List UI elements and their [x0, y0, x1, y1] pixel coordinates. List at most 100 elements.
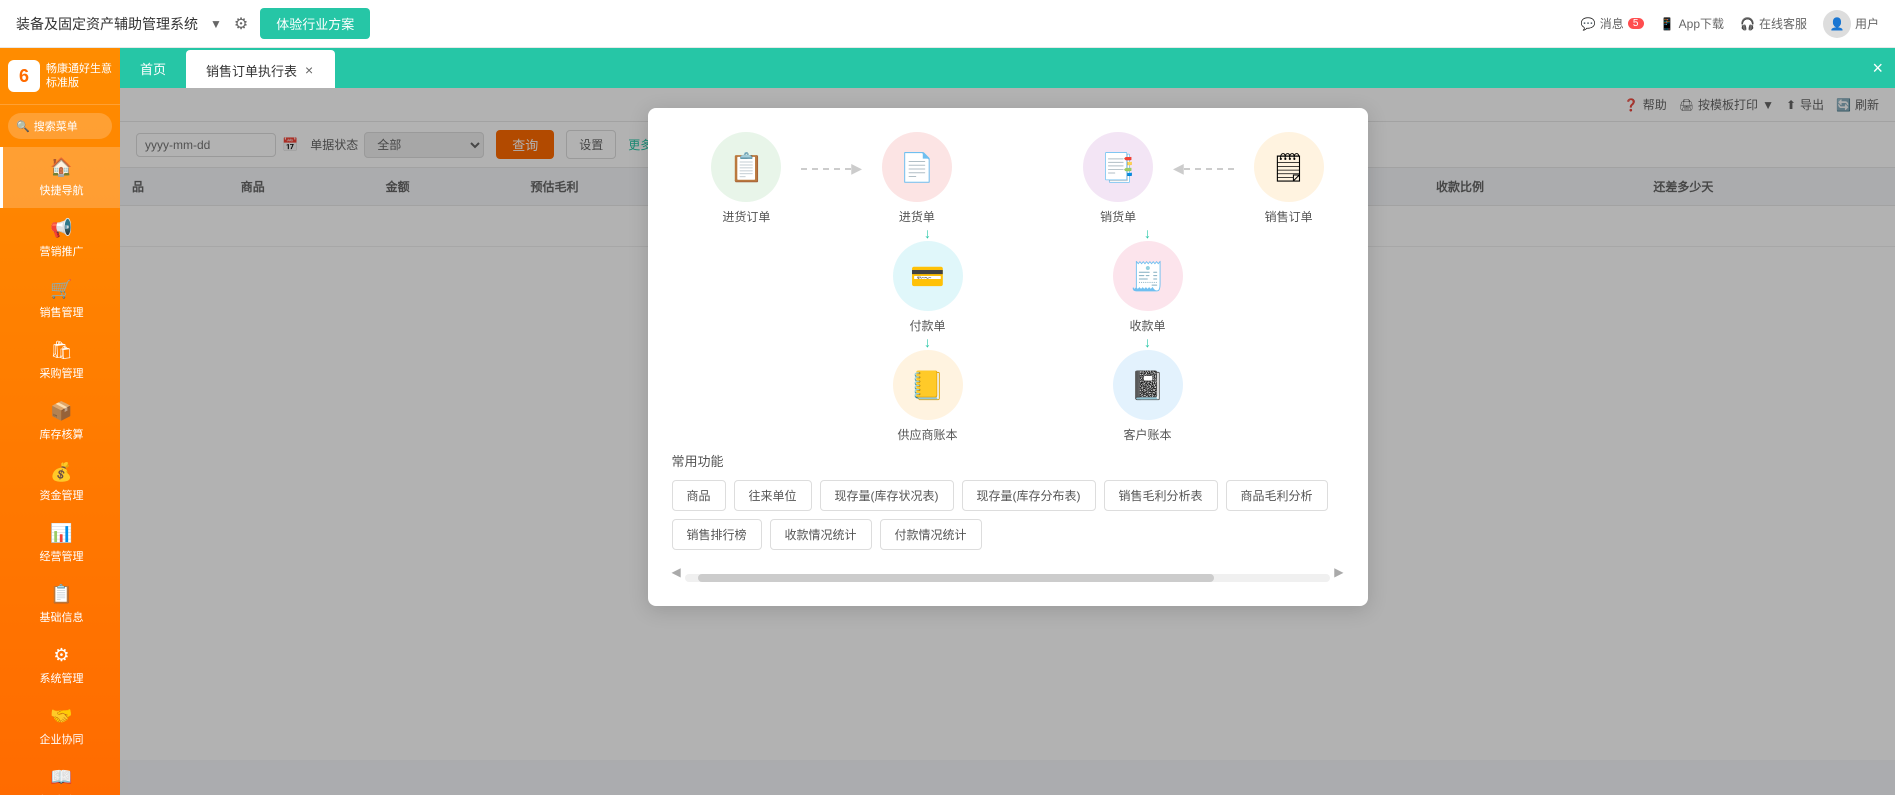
supplier-ledger-circle: 📒	[893, 350, 963, 420]
modal-overlay: 📋 进货订单 ▶ 📄	[120, 88, 1895, 795]
arrow-2: ◀	[1173, 160, 1234, 177]
sales-bill-label: 销货单	[1100, 208, 1136, 225]
app-download-label: App下载	[1679, 15, 1724, 32]
func-btn-receipt-stats[interactable]: 收款情况统计	[770, 519, 872, 550]
flow-node-customer-ledger[interactable]: 📓 客户账本	[1088, 350, 1208, 443]
sidebar-item-label: 系统管理	[40, 670, 84, 686]
sidebar-item-quick-nav[interactable]: 🏠 快捷导航	[0, 147, 120, 208]
phone-icon: 📱	[1660, 17, 1675, 31]
online-service-label: 在线客服	[1759, 15, 1807, 32]
down-arrow-purchase: ↓	[924, 225, 931, 241]
flow-row-arrows: ↓ ↓	[672, 225, 1344, 241]
page-content: ❓ 帮助 🖨 按模板打印 ▼ ⬆ 导出 🔄 刷新	[120, 88, 1895, 795]
operation-icon: 📊	[50, 523, 72, 544]
func-btn-product-gross[interactable]: 商品毛利分析	[1226, 480, 1328, 511]
purchase-bill-circle: 📄	[882, 132, 952, 202]
base-info-icon: 📋	[50, 584, 72, 605]
flow-diagram: 📋 进货订单 ▶ 📄	[672, 132, 1344, 443]
sidebar-item-enterprise[interactable]: 🤝 企业协同	[0, 696, 120, 757]
message-badge: 5	[1628, 18, 1644, 29]
down-arrow-sales: ↓	[1144, 225, 1151, 241]
func-buttons-row2: 销售排行榜 收款情况统计 付款情况统计	[672, 519, 1344, 550]
tab-home[interactable]: 首页	[120, 48, 186, 88]
user-item[interactable]: 👤 用户	[1823, 10, 1879, 38]
sidebar-item-operation[interactable]: 📊 经营管理	[0, 513, 120, 574]
sidebar-item-label: 销售管理	[40, 304, 84, 320]
search-menu-btn[interactable]: 🔍 搜索菜单	[8, 113, 112, 139]
common-functions: 常用功能 商品 往来单位 现存量(库存状况表) 现存量(库存分布表) 销售毛利分…	[672, 451, 1344, 550]
app-container: 装备及固定资产辅助管理系统 ▼ ⚙ 体验行业方案 💬 消息 5 📱 App下载 …	[0, 0, 1895, 795]
sidebar-logo: 6 畅康通好生意 标准版	[0, 48, 120, 105]
modal-scrollbar[interactable]	[685, 574, 1331, 582]
search-icon: 🔍	[16, 120, 30, 133]
flow-node-purchase-bill[interactable]: 📄 进货单	[862, 132, 972, 225]
flow-row-1: 📋 进货订单 ▶ 📄	[672, 132, 1344, 225]
purchase-order-label: 进货订单	[722, 208, 770, 225]
message-icon: 💬	[1581, 17, 1596, 31]
logo-text: 畅康通好生意 标准版	[46, 62, 112, 91]
sidebar-item-base-info[interactable]: 📋 基础信息	[0, 574, 120, 635]
online-service-item[interactable]: 🎧 在线客服	[1740, 15, 1807, 32]
receipt-circle: 🧾	[1113, 241, 1183, 311]
scroll-right-btn[interactable]: ▶	[1334, 565, 1343, 579]
tab-bar-close-btn[interactable]: ×	[1872, 58, 1883, 79]
func-buttons: 商品 往来单位 现存量(库存状况表) 现存量(库存分布表) 销售毛利分析表 商品…	[672, 480, 1344, 511]
sidebar-nav: 🏠 快捷导航 📢 营销推广 🛒 销售管理 🛍 采购管理 📦 库存核	[0, 147, 120, 795]
sidebar-item-label: 快捷导航	[40, 182, 84, 198]
message-item[interactable]: 💬 消息 5	[1581, 15, 1644, 32]
experience-btn[interactable]: 体验行业方案	[260, 8, 370, 39]
system-icon: ⚙	[53, 645, 69, 666]
func-btn-gross-analysis[interactable]: 销售毛利分析表	[1104, 480, 1218, 511]
flow-node-supplier-ledger[interactable]: 📒 供应商账本	[868, 350, 988, 443]
tab-close-btn[interactable]: ×	[303, 62, 315, 78]
sidebar-item-guide[interactable]: 📖 新手引导	[0, 757, 120, 795]
sidebar-item-label: 基础信息	[40, 609, 84, 625]
func-btn-payment-stats[interactable]: 付款情况统计	[880, 519, 982, 550]
sales-order-label: 销售订单	[1265, 208, 1313, 225]
sidebar-item-label: 营销推广	[40, 243, 84, 259]
enterprise-icon: 🤝	[50, 706, 72, 727]
sidebar-item-label: 企业协同	[40, 731, 84, 747]
flow-row-2: 💳 付款单 🧾 收款单	[672, 241, 1344, 334]
sidebar-item-sales[interactable]: 🛒 销售管理	[0, 269, 120, 330]
sales-icon: 🛒	[50, 279, 72, 300]
marketing-icon: 📢	[50, 218, 72, 239]
app-download-item[interactable]: 📱 App下载	[1660, 15, 1724, 32]
sidebar-item-finance[interactable]: 💰 资金管理	[0, 452, 120, 513]
sidebar-item-system[interactable]: ⚙ 系统管理	[0, 635, 120, 696]
func-btn-stock-status[interactable]: 现存量(库存状况表)	[820, 480, 954, 511]
settings-btn[interactable]: ⚙	[234, 14, 248, 34]
sidebar-item-inventory[interactable]: 📦 库存核算	[0, 391, 120, 452]
flow-node-sales-order[interactable]: 🗒 销售订单	[1234, 132, 1344, 225]
flow-node-purchase-order[interactable]: 📋 进货订单	[692, 132, 802, 225]
func-btn-stock-dist[interactable]: 现存量(库存分布表)	[962, 480, 1096, 511]
func-btn-partner[interactable]: 往来单位	[734, 480, 812, 511]
scrollbar-thumb	[698, 574, 1214, 582]
flow-node-receipt[interactable]: 🧾 收款单	[1088, 241, 1208, 334]
func-btn-sales-rank[interactable]: 销售排行榜	[672, 519, 762, 550]
flow-node-payment[interactable]: 💳 付款单	[868, 241, 988, 334]
service-icon: 🎧	[1740, 17, 1755, 31]
sidebar-item-purchase[interactable]: 🛍 采购管理	[0, 330, 120, 391]
user-avatar: 👤	[1823, 10, 1851, 38]
system-name: 装备及固定资产辅助管理系统	[16, 14, 198, 34]
user-name: 用户	[1855, 15, 1879, 32]
tab-bar: 首页 销售订单执行表 × ×	[120, 48, 1895, 88]
payment-circle: 💳	[893, 241, 963, 311]
purchase-order-circle: 📋	[711, 132, 781, 202]
sidebar-item-marketing[interactable]: 📢 营销推广	[0, 208, 120, 269]
flow-node-sales-bill[interactable]: 📑 销货单	[1063, 132, 1173, 225]
down-arrow-receipt: ↓	[1144, 334, 1151, 350]
sidebar-search: 🔍 搜索菜单	[0, 105, 120, 147]
customer-ledger-circle: 📓	[1113, 350, 1183, 420]
arrow-1: ▶	[801, 160, 862, 177]
inventory-icon: 📦	[50, 401, 72, 422]
finance-icon: 💰	[50, 462, 72, 483]
main-area: 6 畅康通好生意 标准版 🔍 搜索菜单 🏠 快捷导航 �	[0, 48, 1895, 795]
purchase-bill-label: 进货单	[899, 208, 935, 225]
common-functions-title: 常用功能	[672, 451, 1344, 470]
tab-sales-order[interactable]: 销售订单执行表 ×	[186, 50, 335, 90]
func-btn-product[interactable]: 商品	[672, 480, 726, 511]
scroll-left-btn[interactable]: ◀	[672, 565, 681, 579]
system-dropdown-btn[interactable]: ▼	[210, 17, 222, 31]
